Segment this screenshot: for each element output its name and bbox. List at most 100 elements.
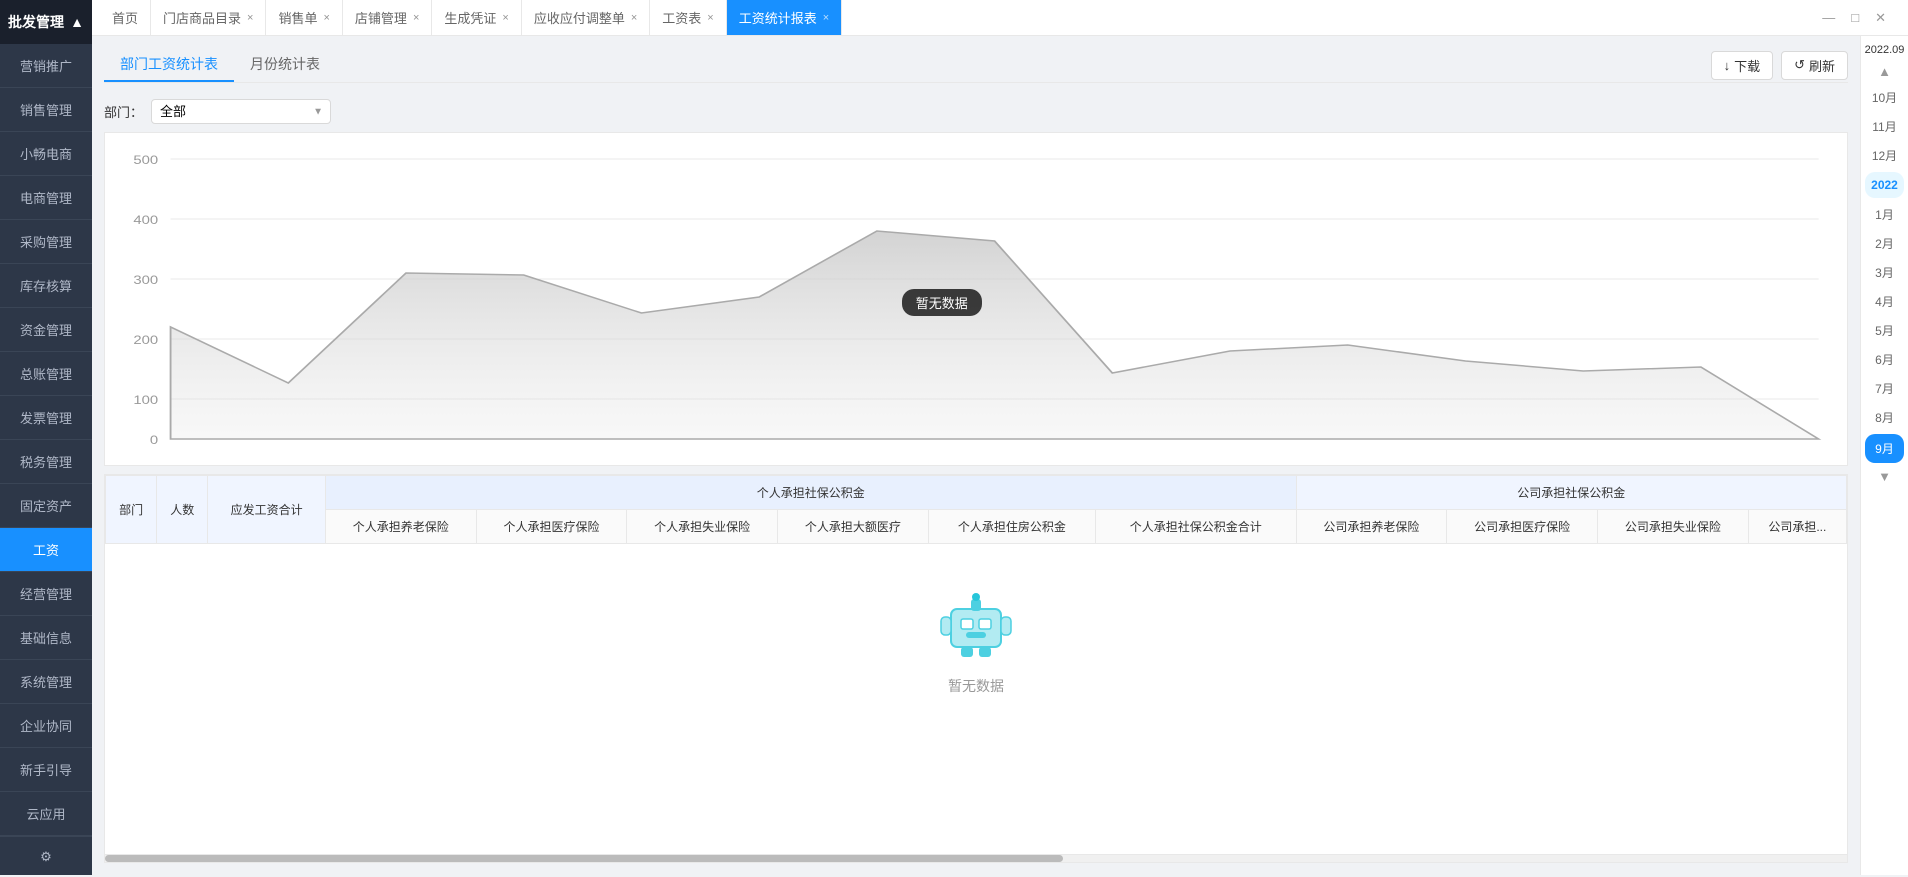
tab-adjustment[interactable]: 应收应付调整单 × — [522, 0, 650, 36]
sidebar-item-inventory[interactable]: 库存核算 — [0, 264, 92, 308]
col-company-medical: 公司承担医疗保险 — [1447, 510, 1598, 544]
col-company-other: 公司承担... — [1748, 510, 1846, 544]
empty-text: 暂无数据 — [948, 676, 1004, 696]
download-button[interactable]: ↓ 下载 — [1711, 51, 1774, 80]
tab-store-catalog[interactable]: 门店商品目录 × — [151, 0, 266, 36]
tab-close-store-catalog[interactable]: × — [247, 12, 253, 24]
sidebar-item-assets[interactable]: 固定资产 — [0, 484, 92, 528]
svg-text:500: 500 — [133, 153, 158, 166]
close-button[interactable]: ✕ — [1869, 8, 1892, 28]
tab-home[interactable]: 首页 — [100, 0, 151, 36]
sub-tab-dept-salary[interactable]: 部门工资统计表 — [104, 48, 234, 82]
sidebar-item-sales[interactable]: 销售管理 — [0, 88, 92, 132]
timeline-item-mar[interactable]: 3月 — [1861, 258, 1908, 287]
sidebar: 批发管理 ▲ 营销推广 销售管理 小畅电商 电商管理 采购管理 库存核算 资金管… — [0, 0, 92, 875]
sidebar-item-ecommerce[interactable]: 电商管理 — [0, 176, 92, 220]
filter-row: 部门： 全部 — [104, 99, 1848, 124]
timeline-item-aug[interactable]: 8月 — [1861, 403, 1908, 432]
sidebar-header[interactable]: 批发管理 ▲ — [0, 0, 92, 44]
tab-bar: 首页 门店商品目录 × 销售单 × 店铺管理 × 生成凭证 × 应收应付调整单 … — [92, 0, 1908, 36]
empty-icon — [936, 584, 1016, 664]
svg-text:200: 200 — [133, 333, 158, 346]
sidebar-item-invoice[interactable]: 发票管理 — [0, 396, 92, 440]
tab-payroll[interactable]: 工资表 × — [650, 0, 726, 36]
timeline-item-may[interactable]: 5月 — [1861, 316, 1908, 345]
dept-select-wrapper: 全部 — [151, 99, 331, 124]
action-buttons: ↓ 下载 ↺ 刷新 — [1711, 51, 1848, 80]
timeline-item-dec[interactable]: 12月 — [1861, 141, 1908, 170]
col-group-company: 公司承担社保公积金 — [1296, 476, 1846, 510]
col-group-individual: 个人承担社保公积金 — [325, 476, 1296, 510]
sidebar-item-basic-info[interactable]: 基础信息 — [0, 616, 92, 660]
col-personal-major-medical: 个人承担大额医疗 — [778, 510, 929, 544]
sidebar-item-guide[interactable]: 新手引导 — [0, 748, 92, 792]
tab-close-store-manage[interactable]: × — [413, 12, 419, 24]
sidebar-item-collab[interactable]: 企业协同 — [0, 704, 92, 748]
timeline-item-nov[interactable]: 11月 — [1861, 112, 1908, 141]
sidebar-item-tax[interactable]: 税务管理 — [0, 440, 92, 484]
tab-close-sales-order[interactable]: × — [323, 12, 329, 24]
timeline-nav-down[interactable]: ▼ — [1861, 465, 1908, 488]
minimize-button[interactable]: — — [1816, 8, 1841, 27]
chart-tooltip: 暂无数据 — [902, 289, 982, 316]
sub-tab-monthly[interactable]: 月份统计表 — [234, 48, 336, 82]
svg-text:0: 0 — [150, 433, 158, 446]
col-dept: 部门 — [106, 476, 157, 544]
timeline-item-jul[interactable]: 7月 — [1861, 374, 1908, 403]
table-wrapper[interactable]: 部门 人数 应发工资合计 个人承担社保公积金 公司承担社保公积金 个人承担养老保… — [105, 475, 1847, 854]
timeline-item-apr[interactable]: 4月 — [1861, 287, 1908, 316]
sidebar-title: 批发管理 — [8, 12, 64, 32]
col-company-unemployment: 公司承担失业保险 — [1598, 510, 1749, 544]
col-total-salary: 应发工资合计 — [208, 476, 326, 544]
timeline-item-feb[interactable]: 2月 — [1861, 229, 1908, 258]
tab-sales-order[interactable]: 销售单 × — [266, 0, 342, 36]
col-personal-medical: 个人承担医疗保险 — [476, 510, 627, 544]
tab-store-manage[interactable]: 店铺管理 × — [343, 0, 432, 36]
sidebar-item-cloud[interactable]: 云应用 — [0, 792, 92, 836]
chart-svg: 500 400 300 200 100 0 — [121, 149, 1831, 449]
tab-close-payroll[interactable]: × — [707, 12, 713, 24]
sidebar-item-ecommerce-small[interactable]: 小畅电商 — [0, 132, 92, 176]
tab-payroll-report[interactable]: 工资统计报表 × — [727, 0, 842, 36]
page-content: 部门工资统计表 月份统计表 ↓ 下载 ↺ 刷新 — [92, 36, 1860, 875]
tab-close-payroll-report[interactable]: × — [823, 12, 829, 24]
main-area: 首页 门店商品目录 × 销售单 × 店铺管理 × 生成凭证 × 应收应付调整单 … — [92, 0, 1908, 875]
svg-text:300: 300 — [133, 273, 158, 286]
tab-close-generate-voucher[interactable]: × — [502, 12, 508, 24]
tab-close-adjustment[interactable]: × — [631, 12, 637, 24]
refresh-button[interactable]: ↺ 刷新 — [1781, 51, 1848, 80]
empty-state: 暂无数据 — [106, 544, 1847, 736]
download-icon: ↓ — [1724, 58, 1731, 73]
maximize-button[interactable]: □ — [1845, 8, 1865, 27]
timeline-item-jun[interactable]: 6月 — [1861, 345, 1908, 374]
sidebar-arrow: ▲ — [70, 14, 84, 30]
sidebar-item-operations[interactable]: 经营管理 — [0, 572, 92, 616]
col-count: 人数 — [157, 476, 208, 544]
settings-icon: ⚙ — [40, 849, 52, 864]
col-personal-unemployment: 个人承担失业保险 — [627, 510, 778, 544]
sidebar-item-finance[interactable]: 资金管理 — [0, 308, 92, 352]
timeline-item-oct[interactable]: 10月 — [1861, 83, 1908, 112]
sidebar-item-system[interactable]: 系统管理 — [0, 660, 92, 704]
timeline-item-jan[interactable]: 1月 — [1861, 200, 1908, 229]
sidebar-item-salary[interactable]: 工资 — [0, 528, 92, 572]
col-personal-total: 个人承担社保公积金合计 — [1096, 510, 1297, 544]
scroll-thumb[interactable] — [105, 855, 1063, 862]
timeline-item-sep[interactable]: 9月 — [1865, 434, 1904, 463]
settings-button[interactable]: ⚙ — [0, 836, 92, 877]
sub-tabs: 部门工资统计表 月份统计表 ↓ 下载 ↺ 刷新 — [104, 48, 1848, 83]
table-container: 部门 人数 应发工资合计 个人承担社保公积金 公司承担社保公积金 个人承担养老保… — [104, 474, 1848, 863]
sidebar-item-marketing[interactable]: 营销推广 — [0, 44, 92, 88]
timeline-item-2022[interactable]: 2022 — [1865, 172, 1904, 198]
refresh-icon: ↺ — [1794, 57, 1805, 73]
horizontal-scrollbar[interactable] — [105, 854, 1847, 862]
dept-select[interactable]: 全部 — [151, 99, 331, 124]
tab-generate-voucher[interactable]: 生成凭证 × — [432, 0, 521, 36]
col-personal-housing: 个人承担住房公积金 — [928, 510, 1095, 544]
svg-text:400: 400 — [133, 213, 158, 226]
timeline-nav-up[interactable]: ▲ — [1861, 60, 1908, 83]
sidebar-item-ledger[interactable]: 总账管理 — [0, 352, 92, 396]
sidebar-item-purchase[interactable]: 采购管理 — [0, 220, 92, 264]
filter-label: 部门： — [104, 102, 143, 121]
svg-text:100: 100 — [133, 393, 158, 406]
